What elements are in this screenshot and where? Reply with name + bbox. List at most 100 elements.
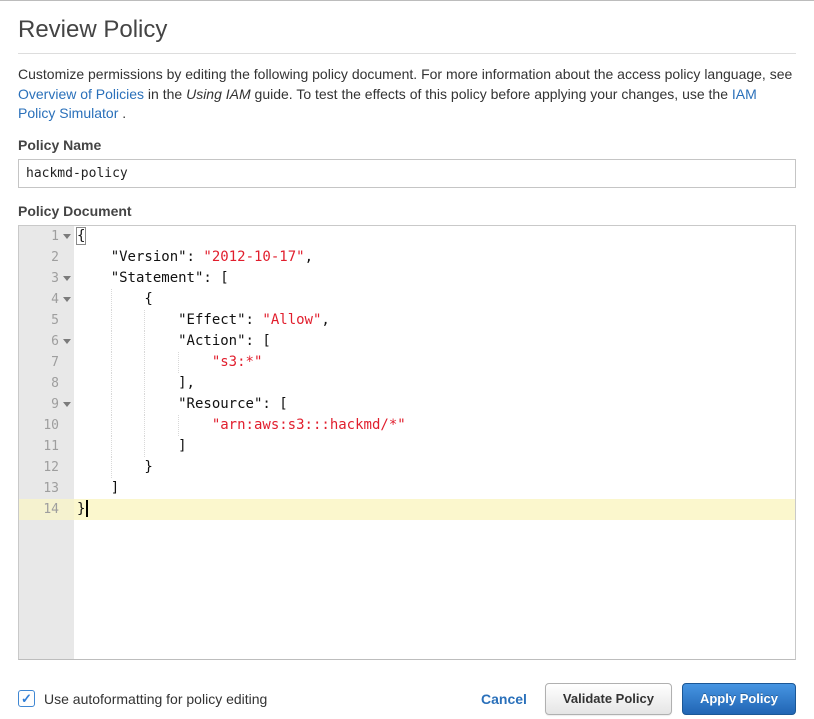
code-line[interactable]: "Effect": "Allow", [74,310,795,331]
fold-slot [59,457,74,478]
editor-line-7[interactable]: 7"s3:*" [19,352,795,373]
policy-document-editor[interactable]: 1{2"Version": "2012-10-17",3"Statement":… [18,225,796,660]
indent-guide [144,415,178,436]
fold-slot [59,499,74,520]
indent-guide [144,310,178,331]
editor-content[interactable]: 1{2"Version": "2012-10-17",3"Statement":… [19,226,795,520]
editor-line-9[interactable]: 9"Resource": [ [19,394,795,415]
editor-line-14[interactable]: 14} [19,499,795,520]
indent-guide [111,415,145,436]
code-line[interactable]: } [74,499,795,520]
line-number: 4 [19,289,74,310]
code-line[interactable]: { [74,226,795,247]
policy-name-input[interactable] [18,159,796,188]
indent-guide [111,289,145,310]
editor-line-6[interactable]: 6"Action": [ [19,331,795,352]
indent-guide [144,436,178,457]
indent-guide [77,289,111,310]
indent-guide [77,457,111,478]
autoformat-checkbox[interactable]: ✓ [18,690,35,707]
editor-line-8[interactable]: 8], [19,373,795,394]
code-token-plain: "Statement": [ [111,270,229,286]
text-cursor [86,500,88,517]
line-number: 1 [19,226,74,247]
fold-arrow-icon[interactable] [59,226,74,247]
footer-bar: ✓ Use autoformatting for policy editing … [18,683,796,715]
fold-arrow-icon[interactable] [59,394,74,415]
code-token-plain: } [144,459,152,475]
line-number: 14 [19,499,74,520]
page-title: Review Policy [18,16,796,44]
code-line[interactable]: "Statement": [ [74,268,795,289]
indent-guide [178,415,212,436]
code-token-plain: } [77,501,85,517]
overview-of-policies-link[interactable]: Overview of Policies [18,86,144,102]
indent-guide [77,268,111,289]
line-number: 2 [19,247,74,268]
indent-guide [144,331,178,352]
cancel-link[interactable]: Cancel [481,691,527,707]
policy-name-label: Policy Name [18,137,796,153]
editor-line-11[interactable]: 11] [19,436,795,457]
editor-line-12[interactable]: 12} [19,457,795,478]
fold-slot [59,415,74,436]
code-line[interactable]: ], [74,373,795,394]
editor-line-10[interactable]: 10 "arn:aws:s3:::hackmd/*" [19,415,795,436]
line-number: 12 [19,457,74,478]
indent-guide [111,457,145,478]
code-line[interactable]: "Version": "2012-10-17", [74,247,795,268]
code-line[interactable]: "Action": [ [74,331,795,352]
code-line[interactable]: ] [74,436,795,457]
intro-segment: Customize permissions by editing the fol… [18,66,792,82]
editor-line-3[interactable]: 3 "Statement": [ [19,268,795,289]
fold-arrow-icon[interactable] [59,331,74,352]
indent-guide [178,352,212,373]
indent-guide [111,394,145,415]
validate-policy-button[interactable]: Validate Policy [545,683,672,715]
code-token-plain: ] [178,438,186,454]
indent-guide [77,436,111,457]
editor-line-13[interactable]: 13] [19,478,795,499]
line-number: 3 [19,268,74,289]
editor-line-2[interactable]: 2"Version": "2012-10-17", [19,247,795,268]
fold-slot [59,373,74,394]
code-token-plain: { [144,291,152,307]
line-number: 13 [19,478,74,499]
code-token-plain: , [321,312,329,328]
line-number: 11 [19,436,74,457]
code-token-plain: "Version": [111,249,204,265]
line-number: 6 [19,331,74,352]
fold-slot [59,478,74,499]
fold-arrow-icon[interactable] [59,289,74,310]
top-divider [0,0,814,1]
intro-segment: guide. To test the effects of this polic… [251,86,732,102]
editor-line-1[interactable]: 1{ [19,226,795,247]
code-line[interactable]: ] [74,478,795,499]
code-line[interactable]: "Resource": [ [74,394,795,415]
apply-policy-button[interactable]: Apply Policy [682,683,796,715]
code-token-plain: "Effect": [178,312,262,328]
intro-text: Customize permissions by editing the fol… [18,65,796,124]
editor-line-4[interactable]: 4{ [19,289,795,310]
code-line[interactable]: "arn:aws:s3:::hackmd/*" [74,415,795,436]
code-line[interactable]: { [74,289,795,310]
indent-guide [77,478,111,499]
indent-guide [77,394,111,415]
code-line[interactable]: "s3:*" [74,352,795,373]
fold-arrow-icon[interactable] [59,268,74,289]
editor-line-5[interactable]: 5"Effect": "Allow", [19,310,795,331]
autoformat-label: Use autoformatting for policy editing [44,691,267,707]
code-token-string: "arn:aws:s3:::hackmd/*" [212,417,406,433]
code-token-plain: "Resource": [ [178,396,288,412]
line-number: 8 [19,373,74,394]
code-token-plain: ], [178,375,195,391]
indent-guide [144,373,178,394]
line-number: 10 [19,415,74,436]
code-line[interactable]: } [74,457,795,478]
autoformat-option[interactable]: ✓ Use autoformatting for policy editing [18,690,267,707]
indent-guide [111,373,145,394]
indent-guide [77,247,111,268]
indent-guide [77,415,111,436]
review-policy-page: Review Policy Customize permissions by e… [0,16,814,715]
action-buttons: Cancel Validate Policy Apply Policy [481,683,796,715]
